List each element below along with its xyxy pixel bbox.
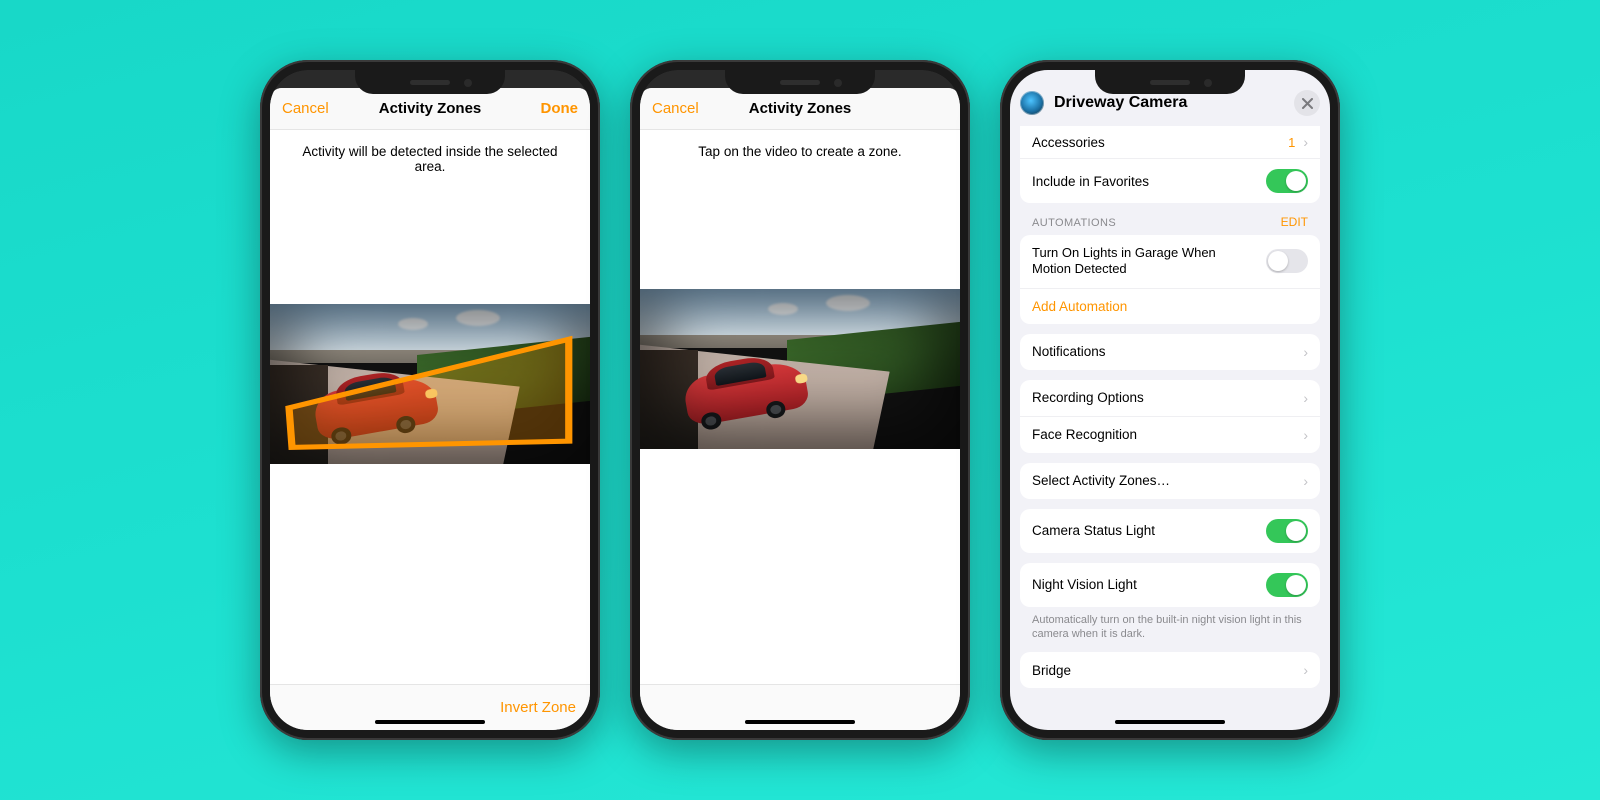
phone-3: Driveway Camera Accessories 1 › Inc <box>1000 60 1340 740</box>
add-automation-link[interactable]: Add Automation <box>1032 299 1127 314</box>
group-recording: Recording Options › Face Recognition › <box>1020 380 1320 453</box>
phone-2: Cancel Activity Zones Tap on the video t… <box>630 60 970 740</box>
activity-zones-sheet: Cancel Activity Zones Tap on the video t… <box>640 88 960 730</box>
status-light-toggle[interactable] <box>1266 519 1308 543</box>
screen-1: Cancel Activity Zones Done Activity will… <box>270 70 590 730</box>
nav-title: Activity Zones <box>338 100 522 117</box>
row-select-activity-zones[interactable]: Select Activity Zones… › <box>1020 463 1320 499</box>
night-vision-toggle[interactable] <box>1266 573 1308 597</box>
camera-frame <box>270 304 590 464</box>
row-label: Recording Options <box>1032 390 1144 405</box>
accessories-count: 1 <box>1288 135 1295 150</box>
camera-preview[interactable] <box>640 289 960 449</box>
automation-label: Turn On Lights in Garage When Motion Det… <box>1032 245 1222 278</box>
hint-text: Activity will be detected inside the sel… <box>270 130 590 184</box>
chevron-right-icon: › <box>1303 344 1308 360</box>
section-title: AUTOMATIONS <box>1032 217 1116 229</box>
invert-zone-button[interactable]: Invert Zone <box>500 699 576 716</box>
group-automations: Turn On Lights in Garage When Motion Det… <box>1020 235 1320 324</box>
row-label: Bridge <box>1032 663 1071 678</box>
row-add-automation[interactable]: Add Automation <box>1020 288 1320 324</box>
screen-2: Cancel Activity Zones Tap on the video t… <box>640 70 960 730</box>
night-vision-footnote: Automatically turn on the built-in night… <box>1018 607 1322 643</box>
camera-preview[interactable] <box>270 304 590 464</box>
chevron-right-icon: › <box>1303 427 1308 443</box>
group-night-vision: Night Vision Light <box>1020 563 1320 607</box>
row-accessories[interactable]: Accessories 1 › <box>1020 126 1320 158</box>
home-indicator-icon <box>1115 720 1225 724</box>
chevron-right-icon: › <box>1303 473 1308 489</box>
notch-icon <box>1095 70 1245 94</box>
settings-scroll[interactable]: Accessories 1 › Include in Favorites AUT… <box>1010 126 1330 730</box>
nav-bar: Cancel Activity Zones <box>640 88 960 130</box>
home-indicator-icon <box>375 720 485 724</box>
row-include-favorites: Include in Favorites <box>1020 158 1320 203</box>
close-button[interactable] <box>1294 90 1320 116</box>
edit-automations-button[interactable]: EDIT <box>1281 215 1308 229</box>
camera-frame <box>640 289 960 449</box>
notch-icon <box>355 70 505 94</box>
notch-icon <box>725 70 875 94</box>
row-bridge[interactable]: Bridge › <box>1020 652 1320 688</box>
nav-bar: Cancel Activity Zones Done <box>270 88 590 130</box>
done-button[interactable]: Done <box>522 100 578 117</box>
row-label: Camera Status Light <box>1032 523 1155 538</box>
row-label: Accessories <box>1032 135 1105 150</box>
chevron-right-icon: › <box>1303 662 1308 678</box>
row-notifications[interactable]: Notifications › <box>1020 334 1320 370</box>
group-activity-zones: Select Activity Zones… › <box>1020 463 1320 499</box>
home-indicator-icon <box>745 720 855 724</box>
automations-section-header: AUTOMATIONS EDIT <box>1018 203 1322 233</box>
cancel-button[interactable]: Cancel <box>282 100 338 117</box>
hint-text: Tap on the video to create a zone. <box>640 130 960 169</box>
group-general: Accessories 1 › Include in Favorites <box>1020 126 1320 203</box>
row-label: Include in Favorites <box>1032 174 1149 189</box>
camera-avatar-icon <box>1020 91 1044 115</box>
row-recording-options[interactable]: Recording Options › <box>1020 380 1320 416</box>
activity-zones-sheet: Cancel Activity Zones Done Activity will… <box>270 88 590 730</box>
header-title: Driveway Camera <box>1054 94 1284 112</box>
group-bridge: Bridge › <box>1020 652 1320 688</box>
close-icon <box>1302 98 1313 109</box>
row-label: Night Vision Light <box>1032 577 1137 592</box>
row-label: Face Recognition <box>1032 427 1137 442</box>
group-status-light: Camera Status Light <box>1020 509 1320 553</box>
row-label: Select Activity Zones… <box>1032 473 1170 488</box>
screen-3: Driveway Camera Accessories 1 › Inc <box>1010 70 1330 730</box>
row-face-recognition[interactable]: Face Recognition › <box>1020 416 1320 453</box>
row-label: Notifications <box>1032 344 1106 359</box>
group-notifications: Notifications › <box>1020 334 1320 370</box>
favorites-toggle[interactable] <box>1266 169 1308 193</box>
row-automation-item: Turn On Lights in Garage When Motion Det… <box>1020 235 1320 288</box>
chevron-right-icon: › <box>1303 134 1308 150</box>
automation-toggle[interactable] <box>1266 249 1308 273</box>
chevron-right-icon: › <box>1303 390 1308 406</box>
nav-title: Activity Zones <box>708 100 892 117</box>
row-night-vision-light: Night Vision Light <box>1020 563 1320 607</box>
row-camera-status-light: Camera Status Light <box>1020 509 1320 553</box>
phone-1: Cancel Activity Zones Done Activity will… <box>260 60 600 740</box>
stage: Cancel Activity Zones Done Activity will… <box>0 0 1600 800</box>
cancel-button[interactable]: Cancel <box>652 100 708 117</box>
